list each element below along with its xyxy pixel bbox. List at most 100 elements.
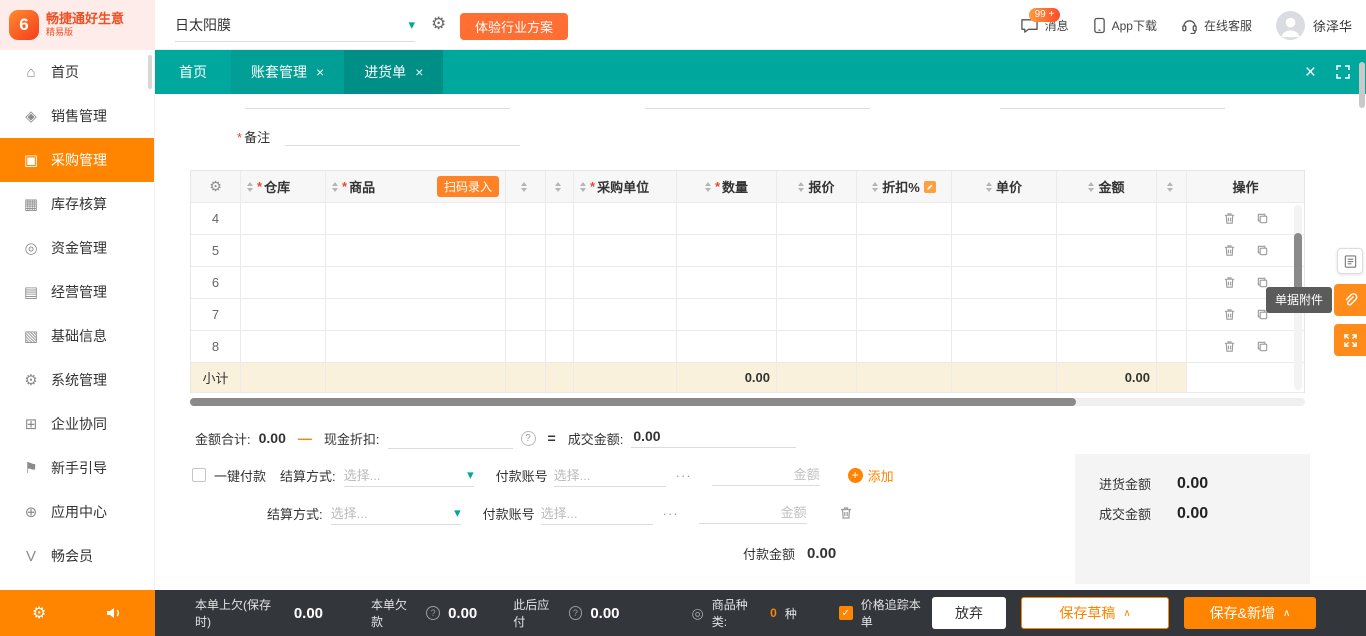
grid-cell[interactable] <box>857 331 952 362</box>
settings-gear-icon[interactable]: ⚙ <box>32 603 46 623</box>
sidebar-item-funds[interactable]: ◎ 资金管理 <box>0 226 154 270</box>
grid-cell[interactable] <box>952 331 1057 362</box>
help-icon[interactable]: ? <box>426 606 441 620</box>
grid-cell[interactable] <box>574 331 677 362</box>
sort-icon[interactable] <box>1088 181 1095 192</box>
header-purchase-unit[interactable]: * 采购单位 <box>574 171 677 202</box>
cash-discount-input[interactable] <box>387 427 513 449</box>
grid-cell[interactable] <box>1157 235 1187 266</box>
header-quote[interactable]: 报价 <box>777 171 857 202</box>
delete-row-icon[interactable] <box>1223 276 1236 289</box>
grid-cell[interactable] <box>857 299 952 330</box>
form-field-stub[interactable] <box>645 108 870 109</box>
grid-cell[interactable] <box>677 267 777 298</box>
sort-icon[interactable] <box>520 181 527 192</box>
grid-cell[interactable] <box>1157 267 1187 298</box>
grid-cell[interactable] <box>677 203 777 234</box>
header-hidden-col[interactable] <box>546 171 574 202</box>
copy-row-icon[interactable] <box>1256 340 1269 353</box>
sidebar-item-guide[interactable]: ⚑ 新手引导 <box>0 446 154 490</box>
sidebar-item-system[interactable]: ⚙ 系统管理 <box>0 358 154 402</box>
grid-cell[interactable] <box>677 299 777 330</box>
header-hidden-col[interactable] <box>506 171 546 202</box>
form-field-stub[interactable] <box>245 108 510 109</box>
delete-row-icon[interactable] <box>1223 212 1236 225</box>
scan-entry-button[interactable]: 扫码录入 <box>436 176 499 197</box>
header-product[interactable]: * 商品 扫码录入 <box>326 171 506 202</box>
sidebar-item-purchase[interactable]: ▣ 采购管理 <box>0 138 154 182</box>
grid-cell[interactable] <box>574 267 677 298</box>
header-discount[interactable]: 折扣% <box>857 171 952 202</box>
grid-cell[interactable] <box>546 331 574 362</box>
more-options-icon[interactable]: ··· <box>676 468 692 483</box>
sort-icon[interactable] <box>872 181 879 192</box>
grid-cell[interactable] <box>1057 267 1157 298</box>
grid-cell[interactable] <box>952 203 1057 234</box>
grid-cell[interactable] <box>546 299 574 330</box>
add-payment-button[interactable]: + 添加 <box>847 466 894 485</box>
grid-cell[interactable] <box>777 299 857 330</box>
grid-cell[interactable] <box>506 203 546 234</box>
grid-cell[interactable] <box>1157 299 1187 330</box>
payment-amount-input[interactable] <box>711 464 820 486</box>
grid-cell[interactable] <box>857 235 952 266</box>
payment-account-select[interactable]: 选择... <box>553 463 666 487</box>
account-selector[interactable]: 日太阳膜 ▾ <box>175 9 415 42</box>
grid-cell[interactable] <box>574 203 677 234</box>
sidebar-item-appcenter[interactable]: ⊕ 应用中心 <box>0 490 154 534</box>
delete-payment-icon[interactable] <box>839 506 853 520</box>
close-icon[interactable]: × <box>316 64 324 80</box>
attachment-tool-button[interactable] <box>1334 284 1366 316</box>
grid-cell[interactable] <box>574 235 677 266</box>
tab-account-management[interactable]: 账套管理 × <box>231 50 345 94</box>
online-service-button[interactable]: 在线客服 <box>1181 17 1252 34</box>
sort-icon[interactable] <box>580 181 586 192</box>
grid-cell[interactable] <box>546 203 574 234</box>
grid-cell[interactable] <box>1157 331 1187 362</box>
copy-row-icon[interactable] <box>1256 212 1269 225</box>
grid-cell[interactable] <box>241 267 326 298</box>
grid-cell[interactable] <box>574 299 677 330</box>
grid-cell[interactable] <box>546 235 574 266</box>
column-settings-gear-icon[interactable]: ⚙ <box>191 171 241 202</box>
grid-cell[interactable] <box>1057 331 1157 362</box>
grid-cell[interactable] <box>857 203 952 234</box>
sidebar-item-operations[interactable]: ▤ 经营管理 <box>0 270 154 314</box>
grid-cell[interactable] <box>1057 299 1157 330</box>
grid-cell[interactable] <box>546 267 574 298</box>
grid-cell[interactable] <box>326 235 506 266</box>
header-amount[interactable]: 金额 <box>1057 171 1157 202</box>
sort-icon[interactable] <box>798 181 805 192</box>
settlement-method-select[interactable]: 选择... ▾ <box>343 463 474 487</box>
grid-cell[interactable] <box>241 331 326 362</box>
tab-purchase-order[interactable]: 进货单 × <box>344 50 444 94</box>
grid-cell[interactable] <box>677 235 777 266</box>
grid-cell[interactable] <box>1057 203 1157 234</box>
sort-icon[interactable] <box>332 181 338 192</box>
grid-cell[interactable] <box>506 235 546 266</box>
sidebar-item-member[interactable]: V 畅会员 <box>0 534 154 578</box>
delete-row-icon[interactable] <box>1223 308 1236 321</box>
help-icon[interactable]: ? <box>520 430 536 446</box>
header-quantity[interactable]: * 数量 <box>677 171 777 202</box>
grid-cell[interactable] <box>241 299 326 330</box>
batch-edit-icon[interactable] <box>923 180 936 193</box>
table-horizontal-scrollbar[interactable] <box>190 398 1305 406</box>
price-track-checkbox[interactable]: ✓ <box>838 606 853 620</box>
announcement-speaker-icon[interactable] <box>105 605 123 621</box>
grid-cell[interactable] <box>777 331 857 362</box>
sidebar-item-sales[interactable]: ◈ 销售管理 <box>0 94 154 138</box>
grid-cell[interactable] <box>506 299 546 330</box>
grid-cell[interactable] <box>857 267 952 298</box>
grid-cell[interactable] <box>952 267 1057 298</box>
settings-gear-icon[interactable]: ⚙ <box>431 14 446 34</box>
grid-cell[interactable] <box>777 203 857 234</box>
grid-cell[interactable] <box>326 267 506 298</box>
grid-cell[interactable] <box>777 235 857 266</box>
help-icon[interactable]: ? <box>568 606 583 620</box>
form-field-stub[interactable] <box>1000 108 1225 109</box>
sort-icon[interactable] <box>985 181 992 192</box>
user-menu[interactable]: 徐泽华 <box>1275 10 1352 40</box>
expand-tool-button[interactable] <box>1334 324 1366 356</box>
abandon-button[interactable]: 放弃 <box>932 597 1006 629</box>
